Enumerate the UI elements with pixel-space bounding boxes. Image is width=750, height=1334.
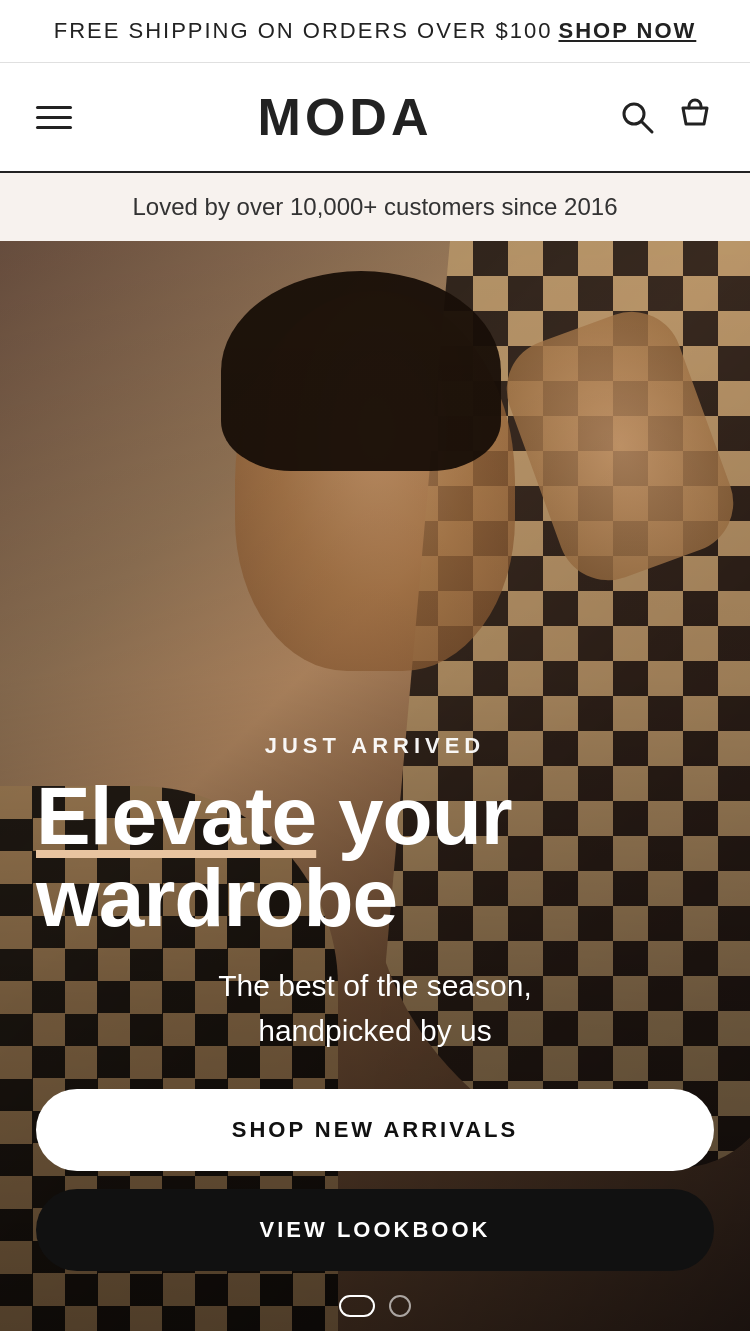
search-button[interactable]: [618, 98, 656, 136]
hero-subtext: The best of the season, handpicked by us: [36, 963, 714, 1053]
hero-dots: [0, 1295, 750, 1317]
cart-icon: [676, 98, 714, 136]
hero-eyebrow: JUST ARRIVED: [36, 733, 714, 759]
shop-new-arrivals-button[interactable]: SHOP NEW ARRIVALS: [36, 1089, 714, 1171]
nav-icons: [618, 98, 714, 136]
hero-headline: Elevate your wardrobe: [36, 775, 714, 939]
hero-content: JUST ARRIVED Elevate your wardrobe The b…: [0, 733, 750, 1271]
trust-text: Loved by over 10,000+ customers since 20…: [133, 193, 618, 220]
hero-subtext-line1: The best of the season,: [218, 969, 532, 1002]
hamburger-icon: [36, 106, 72, 129]
shop-now-link[interactable]: SHOP NOW: [558, 18, 696, 44]
hero-headline-word1: Elevate: [36, 770, 316, 861]
trust-bar: Loved by over 10,000+ customers since 20…: [0, 173, 750, 241]
hamburger-button[interactable]: [36, 106, 72, 129]
svg-line-1: [642, 122, 653, 133]
dot-2[interactable]: [389, 1295, 411, 1317]
view-lookbook-button[interactable]: VIEW LOOKBOOK: [36, 1189, 714, 1271]
search-icon: [618, 98, 656, 136]
navbar: MODA: [0, 63, 750, 173]
dot-1[interactable]: [339, 1295, 375, 1317]
hero-subtext-line2: handpicked by us: [258, 1014, 492, 1047]
announcement-text: FREE SHIPPING ON ORDERS OVER $100: [54, 18, 553, 44]
cart-button[interactable]: [676, 98, 714, 136]
announcement-bar: FREE SHIPPING ON ORDERS OVER $100 SHOP N…: [0, 0, 750, 63]
brand-logo[interactable]: MODA: [258, 87, 433, 147]
hero-section: JUST ARRIVED Elevate your wardrobe The b…: [0, 241, 750, 1331]
